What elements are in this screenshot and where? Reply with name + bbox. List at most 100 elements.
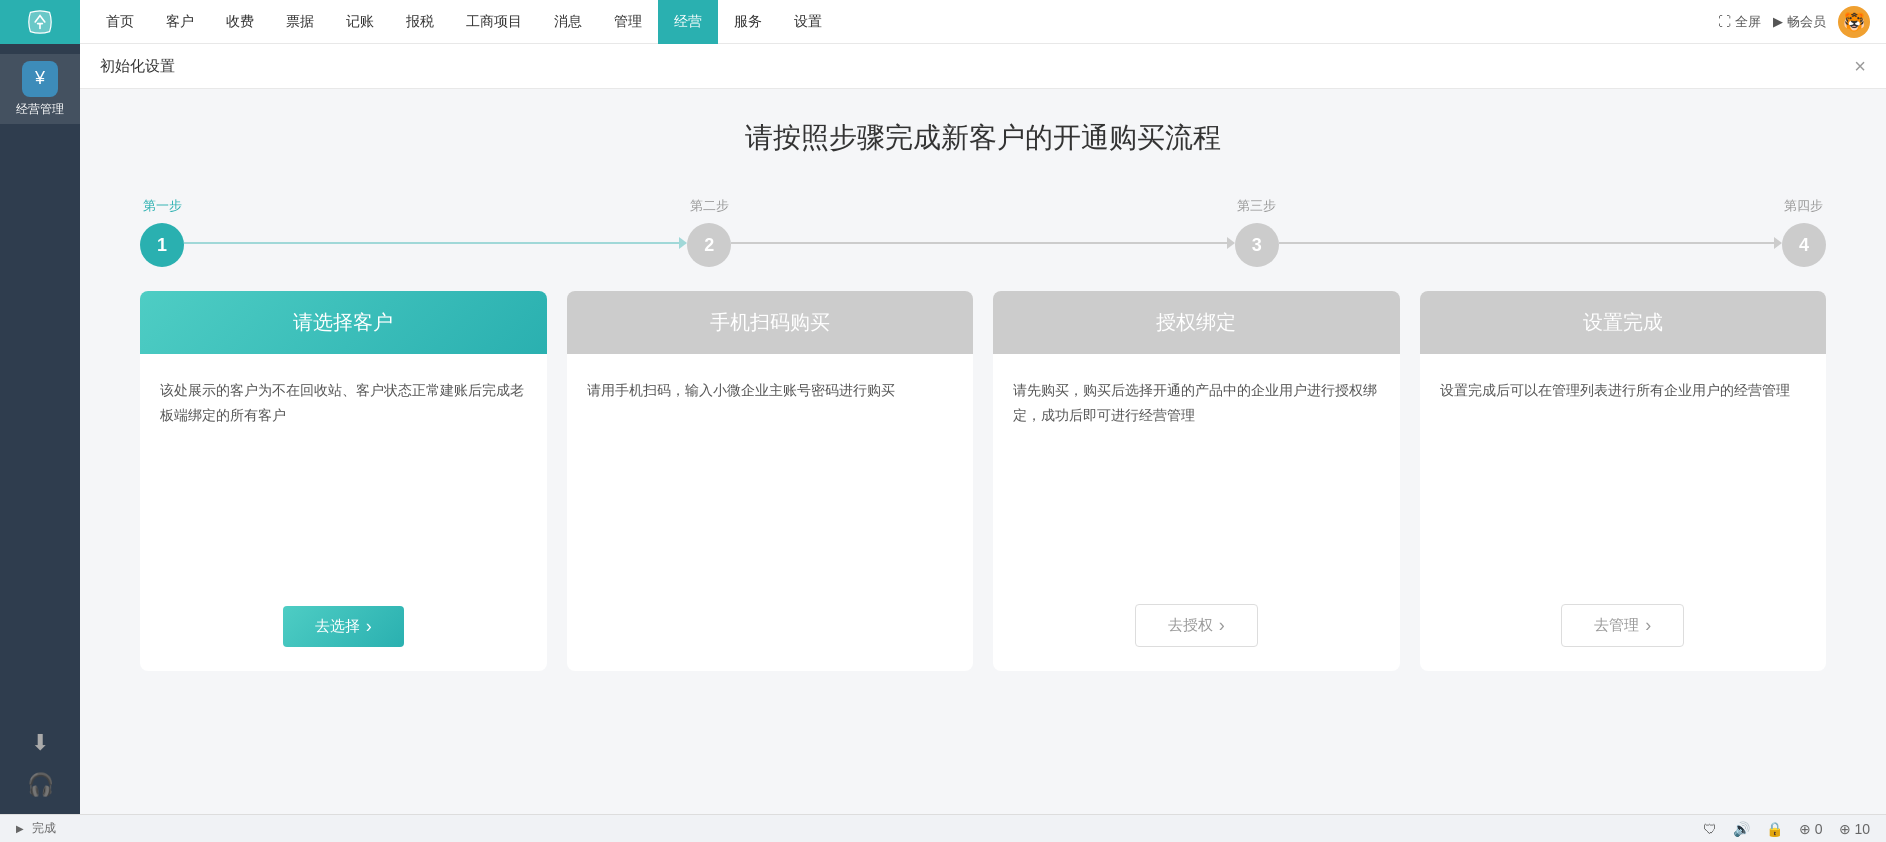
card-4-btn[interactable]: 去管理 › — [1561, 604, 1684, 647]
member-btn[interactable]: ▶ 畅会员 — [1773, 13, 1826, 31]
nav-items: 首页 客户 收费 票据 记账 报税 工商项目 消息 管理 经营 服务 设置 — [80, 0, 1718, 44]
nav-customer[interactable]: 客户 — [150, 0, 210, 44]
card-4-btn-label: 去管理 — [1594, 616, 1639, 635]
content-header: 初始化设置 × — [80, 44, 1886, 89]
close-button[interactable]: × — [1854, 56, 1866, 76]
step-1-circle: 1 — [140, 223, 184, 267]
main-layout: ¥ 经营管理 ⬇ 🎧 初始化设置 × 请按照步骤完成新客户的开通购买流程 第一步… — [0, 44, 1886, 814]
nav-right: ⛶ 全屏 ▶ 畅会员 🐯 — [1718, 6, 1886, 38]
sidebar-item-label: 经营管理 — [16, 101, 64, 118]
card-4-body: 设置完成后可以在管理列表进行所有企业用户的经营管理 — [1420, 354, 1827, 588]
card-1-title: 请选择客户 — [293, 311, 393, 333]
lock-icon[interactable]: 🔒 — [1766, 821, 1783, 837]
connector-2 — [731, 215, 1234, 249]
sidebar: ¥ 经营管理 ⬇ 🎧 — [0, 44, 80, 814]
card-3-footer: 去授权 › — [993, 588, 1400, 671]
step-3-label: 第三步 — [1237, 197, 1276, 215]
play-status-icon: ▶ — [16, 823, 24, 834]
nav-settings[interactable]: 设置 — [778, 0, 838, 44]
avatar[interactable]: 🐯 — [1838, 6, 1870, 38]
status-label: 完成 — [32, 820, 56, 837]
card-3-title: 授权绑定 — [1156, 311, 1236, 333]
step-4-label: 第四步 — [1784, 197, 1823, 215]
step-2-circle: 2 — [687, 223, 731, 267]
card-1-body: 该处展示的客户为不在回收站、客户状态正常建账后完成老板端绑定的所有客户 — [140, 354, 547, 590]
top-nav: 首页 客户 收费 票据 记账 报税 工商项目 消息 管理 经营 服务 设置 ⛶ … — [0, 0, 1886, 44]
download-icon[interactable]: ⬇ — [31, 730, 49, 756]
arrowhead-1 — [679, 237, 687, 249]
line-1 — [184, 242, 679, 244]
volume-icon[interactable]: 🔊 — [1733, 821, 1750, 837]
nav-home[interactable]: 首页 — [90, 0, 150, 44]
nav-manage[interactable]: 管理 — [598, 0, 658, 44]
step-card-2: 手机扫码购买 请用手机扫码，输入小微企业主账号密码进行购买 — [567, 291, 974, 671]
connector-3 — [1279, 215, 1782, 249]
nav-operation[interactable]: 经营 — [658, 0, 718, 44]
step-2-label: 第二步 — [690, 197, 729, 215]
card-3-btn-label: 去授权 — [1168, 616, 1213, 635]
status-bar: ▶ 完成 🛡 🔊 🔒 ⊕ 0 ⊕ 10 — [0, 814, 1886, 842]
card-1-btn[interactable]: 去选择 › — [283, 606, 404, 647]
status-bar-right: 🛡 🔊 🔒 ⊕ 0 ⊕ 10 — [1703, 821, 1870, 837]
card-1-btn-arrow: › — [366, 616, 372, 637]
card-4-desc: 设置完成后可以在管理列表进行所有企业用户的经营管理 — [1440, 382, 1790, 398]
card-2-desc: 请用手机扫码，输入小微企业主账号密码进行购买 — [587, 382, 895, 398]
card-3-btn[interactable]: 去授权 › — [1135, 604, 1258, 647]
main-title: 请按照步骤完成新客户的开通购买流程 — [140, 119, 1826, 157]
line-2 — [731, 242, 1226, 244]
shield-icon[interactable]: 🛡 — [1703, 821, 1717, 837]
fullscreen-icon: ⛶ — [1718, 14, 1731, 29]
card-2-title: 手机扫码购买 — [710, 311, 830, 333]
steps-container: 第一步 1 第二步 2 — [140, 197, 1826, 267]
sidebar-bottom: ⬇ 🎧 — [27, 730, 54, 798]
step-1-label: 第一步 — [143, 197, 182, 215]
step-3-indicator: 第三步 3 — [1235, 197, 1279, 267]
step-1-indicator: 第一步 1 — [140, 197, 184, 267]
step-2-indicator: 第二步 2 — [687, 197, 731, 267]
message-count[interactable]: ⊕ 10 — [1839, 821, 1870, 837]
headset-icon[interactable]: 🎧 — [27, 772, 54, 798]
step-4-indicator: 第四步 4 — [1782, 197, 1826, 267]
content-area: 初始化设置 × 请按照步骤完成新客户的开通购买流程 第一步 1 第 — [80, 44, 1886, 814]
card-3-desc: 请先购买，购买后选择开通的产品中的企业用户进行授权绑定，成功后即可进行经营管理 — [1013, 382, 1377, 423]
nav-tax[interactable]: 报税 — [390, 0, 450, 44]
card-2-body: 请用手机扫码，输入小微企业主账号密码进行购买 — [567, 354, 974, 631]
card-1-desc: 该处展示的客户为不在回收站、客户状态正常建账后完成老板端绑定的所有客户 — [160, 382, 524, 423]
card-4-title: 设置完成 — [1583, 311, 1663, 333]
nav-accounting[interactable]: 记账 — [330, 0, 390, 44]
nav-bill[interactable]: 票据 — [270, 0, 330, 44]
card-4-btn-arrow: › — [1645, 615, 1651, 636]
card-1-btn-label: 去选择 — [315, 617, 360, 636]
sidebar-item-management[interactable]: ¥ 经营管理 — [0, 54, 80, 124]
card-4-footer: 去管理 › — [1420, 588, 1827, 671]
arrowhead-2 — [1227, 237, 1235, 249]
card-3-btn-arrow: › — [1219, 615, 1225, 636]
nav-message[interactable]: 消息 — [538, 0, 598, 44]
page-content: 请按照步骤完成新客户的开通购买流程 第一步 1 第二步 2 — [80, 89, 1886, 814]
notification-count[interactable]: ⊕ 0 — [1799, 821, 1823, 837]
step-card-3: 授权绑定 请先购买，购买后选择开通的产品中的企业用户进行授权绑定，成功后即可进行… — [993, 291, 1400, 671]
cards-row: 请选择客户 该处展示的客户为不在回收站、客户状态正常建账后完成老板端绑定的所有客… — [140, 291, 1826, 671]
card-4-header: 设置完成 — [1420, 291, 1827, 354]
step-4-circle: 4 — [1782, 223, 1826, 267]
card-2-header: 手机扫码购买 — [567, 291, 974, 354]
play-icon: ▶ — [1773, 14, 1783, 29]
member-label: 畅会员 — [1787, 13, 1826, 31]
management-icon: ¥ — [22, 61, 58, 97]
step-card-4: 设置完成 设置完成后可以在管理列表进行所有企业用户的经营管理 去管理 › — [1420, 291, 1827, 671]
card-1-header: 请选择客户 — [140, 291, 547, 354]
line-3 — [1279, 242, 1774, 244]
page-title: 初始化设置 — [100, 57, 175, 76]
step-3-circle: 3 — [1235, 223, 1279, 267]
fullscreen-label: 全屏 — [1735, 13, 1761, 31]
step-card-1: 请选择客户 该处展示的客户为不在回收站、客户状态正常建账后完成老板端绑定的所有客… — [140, 291, 547, 671]
card-3-body: 请先购买，购买后选择开通的产品中的企业用户进行授权绑定，成功后即可进行经营管理 — [993, 354, 1400, 588]
nav-service[interactable]: 服务 — [718, 0, 778, 44]
nav-fee[interactable]: 收费 — [210, 0, 270, 44]
arrowhead-3 — [1774, 237, 1782, 249]
card-3-header: 授权绑定 — [993, 291, 1400, 354]
card-2-footer — [567, 631, 974, 671]
fullscreen-btn[interactable]: ⛶ 全屏 — [1718, 13, 1761, 31]
connector-1 — [184, 215, 687, 249]
nav-business[interactable]: 工商项目 — [450, 0, 538, 44]
